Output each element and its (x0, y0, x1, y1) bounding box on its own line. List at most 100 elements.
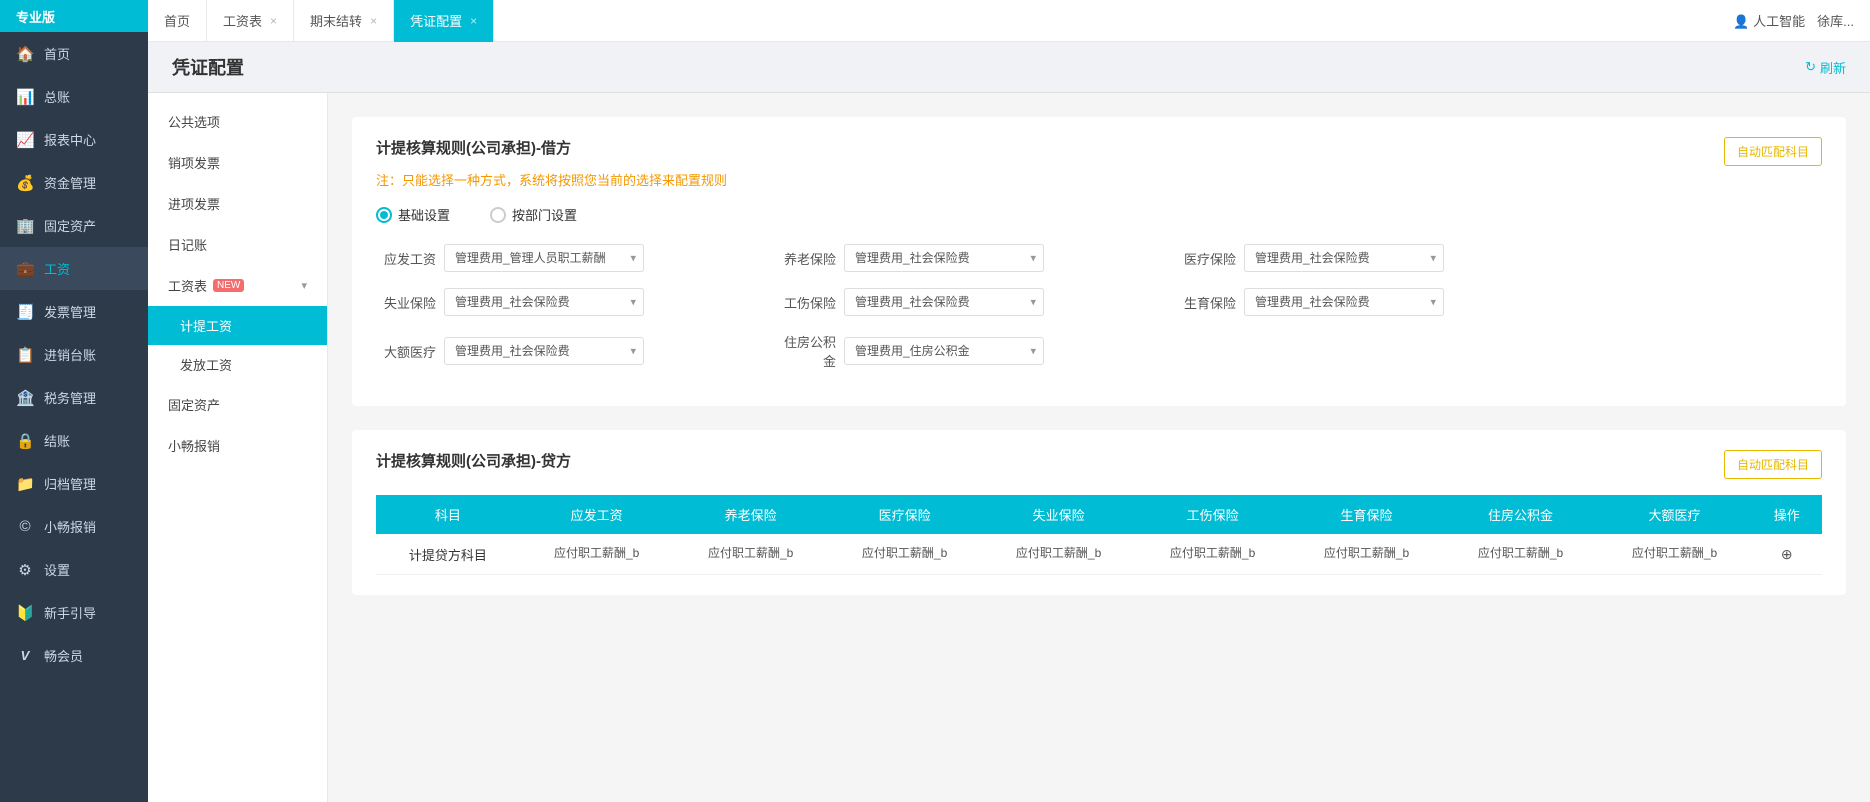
unemployment-select[interactable]: 管理费用_社会保险费 (444, 288, 644, 316)
tab-period-close-label: 期末结转 (310, 11, 362, 30)
xc-report-icon: © (16, 518, 34, 535)
cell-work-injury[interactable]: 应付职工薪酬_b (1136, 534, 1290, 575)
tab-period-close-close[interactable]: × (370, 14, 377, 28)
sidebar-item-xc-report[interactable]: © 小畅报销 (0, 505, 148, 548)
sidebar-item-archive[interactable]: 📁 归档管理 (0, 462, 148, 505)
cell-housing-fund[interactable]: 应付职工薪酬_b (1444, 534, 1598, 575)
pension-select-wrapper: 管理费用_社会保险费 (844, 244, 1044, 272)
sidebar-item-report[interactable]: 📈 报表中心 (0, 118, 148, 161)
sidebar-item-trade[interactable]: 📋 进销台账 (0, 333, 148, 376)
cell-work-injury-value: 应付职工薪酬_b (1170, 544, 1255, 561)
radio-dept[interactable]: 按部门设置 (490, 205, 577, 224)
sub-nav-item-journal[interactable]: 日记账 (148, 224, 327, 265)
sub-nav-item-public[interactable]: 公共选项 (148, 101, 327, 142)
tab-voucher-config-label: 凭证配置 (410, 11, 462, 30)
sub-nav-item-fixed-asset[interactable]: 固定资产 (148, 384, 327, 425)
tab-payroll-label: 工资表 (223, 11, 262, 30)
work-injury-select-wrapper: 管理费用_社会保险费 (844, 288, 1044, 316)
sidebar-item-close[interactable]: 🔒 结账 (0, 419, 148, 462)
pension-select[interactable]: 管理费用_社会保险费 (844, 244, 1044, 272)
cell-pension[interactable]: 应付职工薪酬_b (674, 534, 828, 575)
major-medical-label: 大额医疗 (376, 342, 436, 361)
pension-label: 养老保险 (776, 249, 836, 268)
sub-nav-item-red-invoice[interactable]: 销项发票 (148, 142, 327, 183)
sidebar-item-member[interactable]: V 畅会员 (0, 634, 148, 677)
sub-nav-payroll-table-label: 工资表 (168, 276, 207, 295)
cell-maternity[interactable]: 应付职工薪酬_b (1290, 534, 1444, 575)
sidebar-item-settings[interactable]: ⚙ 设置 (0, 548, 148, 591)
topbar: 首页 工资表 × 期末结转 × 凭证配置 × 👤 人工智能 徐库... (148, 0, 1870, 42)
unemployment-select-wrapper: 管理费用_社会保险费 (444, 288, 644, 316)
table-row: 计提贷方科目 应付职工薪酬_b 应付职工薪酬_b 应付职工薪酬_b (376, 534, 1822, 575)
debit-auto-match-button[interactable]: 自动匹配科目 (1724, 137, 1822, 166)
sidebar-item-fund[interactable]: 💰 资金管理 (0, 161, 148, 204)
cell-major-medical-value: 应付职工薪酬_b (1632, 544, 1717, 561)
sidebar-item-label: 归档管理 (44, 474, 96, 493)
refresh-button[interactable]: ↻ 刷新 (1805, 58, 1846, 77)
medical-label: 医疗保险 (1176, 249, 1236, 268)
sidebar-item-salary[interactable]: 💼 工资 (0, 247, 148, 290)
th-housing-fund: 住房公积金 (1444, 495, 1598, 534)
th-salary: 应发工资 (520, 495, 674, 534)
radio-dept-label: 按部门设置 (512, 205, 577, 224)
tab-period-close[interactable]: 期末结转 × (294, 0, 394, 42)
debit-note: 注：只能选择一种方式，系统将按照您当前的选择来配置规则 (376, 170, 1724, 189)
debit-section: 计提核算规则(公司承担)-借方 注：只能选择一种方式，系统将按照您当前的选择来配… (352, 117, 1846, 406)
tab-voucher-config[interactable]: 凭证配置 × (394, 0, 494, 42)
maternity-select[interactable]: 管理费用_社会保险费 (1244, 288, 1444, 316)
tab-voucher-config-close[interactable]: × (470, 14, 477, 28)
sidebar-item-invoice-mgr[interactable]: 🧾 发票管理 (0, 290, 148, 333)
credit-section: 计提核算规则(公司承担)-贷方 自动匹配科目 科目 应发工资 养老保险 医疗保险… (352, 430, 1846, 595)
edit-icon[interactable]: ⊕ (1781, 546, 1793, 562)
credit-auto-match-button[interactable]: 自动匹配科目 (1724, 450, 1822, 479)
medical-select[interactable]: 管理费用_社会保险费 (1244, 244, 1444, 272)
fund-icon: 💰 (16, 174, 34, 192)
sub-nav-red-invoice-label: 销项发票 (168, 153, 220, 172)
archive-icon: 📁 (16, 475, 34, 493)
sidebar-item-label: 总账 (44, 87, 70, 106)
sub-nav-xc-expense-label: 小畅报销 (168, 436, 220, 455)
sidebar-item-asset[interactable]: 🏢 固定资产 (0, 204, 148, 247)
sub-nav-item-payroll-table[interactable]: 工资表 NEW ▾ (148, 265, 327, 306)
debit-header-left: 计提核算规则(公司承担)-借方 注：只能选择一种方式，系统将按照您当前的选择来配… (376, 137, 1724, 205)
tax-icon: 🏦 (16, 389, 34, 407)
sidebar-item-guide[interactable]: 🔰 新手引导 (0, 591, 148, 634)
close-acct-icon: 🔒 (16, 432, 34, 450)
ledger-icon: 📊 (16, 88, 34, 106)
tab-home[interactable]: 首页 (148, 0, 207, 42)
sub-nav-item-in-invoice[interactable]: 进项发票 (148, 183, 327, 224)
work-injury-select[interactable]: 管理费用_社会保险费 (844, 288, 1044, 316)
credit-title: 计提核算规则(公司承担)-贷方 (376, 450, 571, 471)
field-housing-fund: 住房公积金 管理费用_住房公积金 (776, 332, 1156, 370)
housing-fund-select-wrapper: 管理费用_住房公积金 (844, 337, 1044, 365)
page-title: 凭证配置 (172, 54, 244, 80)
cell-medical[interactable]: 应付职工薪酬_b (828, 534, 982, 575)
cell-unemployment[interactable]: 应付职工薪酬_b (982, 534, 1136, 575)
field-pension: 养老保险 管理费用_社会保险费 (776, 244, 1156, 272)
sidebar-item-ledger[interactable]: 📊 总账 (0, 75, 148, 118)
sidebar-item-home[interactable]: 🏠 首页 (0, 32, 148, 75)
cell-major-medical[interactable]: 应付职工薪酬_b (1598, 534, 1752, 575)
tab-payroll-close[interactable]: × (270, 14, 277, 28)
th-subject: 科目 (376, 495, 520, 534)
sub-nav-item-xc-expense[interactable]: 小畅报销 (148, 425, 327, 466)
unemployment-label: 失业保险 (376, 293, 436, 312)
field-work-injury: 工伤保险 管理费用_社会保险费 (776, 288, 1156, 316)
tab-payroll[interactable]: 工资表 × (207, 0, 294, 42)
credit-table-header-row: 科目 应发工资 养老保险 医疗保险 失业保险 工伤保险 生育保险 住房公积金 大… (376, 495, 1822, 534)
sub-nav-in-invoice-label: 进项发票 (168, 194, 220, 213)
sidebar-item-label: 税务管理 (44, 388, 96, 407)
sub-nav-item-pay-salary[interactable]: 发放工资 (148, 345, 327, 384)
cell-maternity-value: 应付职工薪酬_b (1324, 544, 1409, 561)
th-major-medical: 大额医疗 (1598, 495, 1752, 534)
major-medical-select[interactable]: 管理费用_社会保险费 (444, 337, 644, 365)
radio-basic[interactable]: 基础设置 (376, 205, 450, 224)
cell-salary[interactable]: 应付职工薪酬_b (520, 534, 674, 575)
sidebar-item-label: 小畅报销 (44, 517, 96, 536)
salary-select[interactable]: 管理费用_管理人员职工薪酬 (444, 244, 644, 272)
housing-fund-select[interactable]: 管理费用_住房公积金 (844, 337, 1044, 365)
sidebar-item-tax[interactable]: 🏦 税务管理 (0, 376, 148, 419)
sub-nav-item-calc-salary[interactable]: 计提工资 (148, 306, 327, 345)
work-injury-label: 工伤保险 (776, 293, 836, 312)
th-pension: 养老保险 (674, 495, 828, 534)
